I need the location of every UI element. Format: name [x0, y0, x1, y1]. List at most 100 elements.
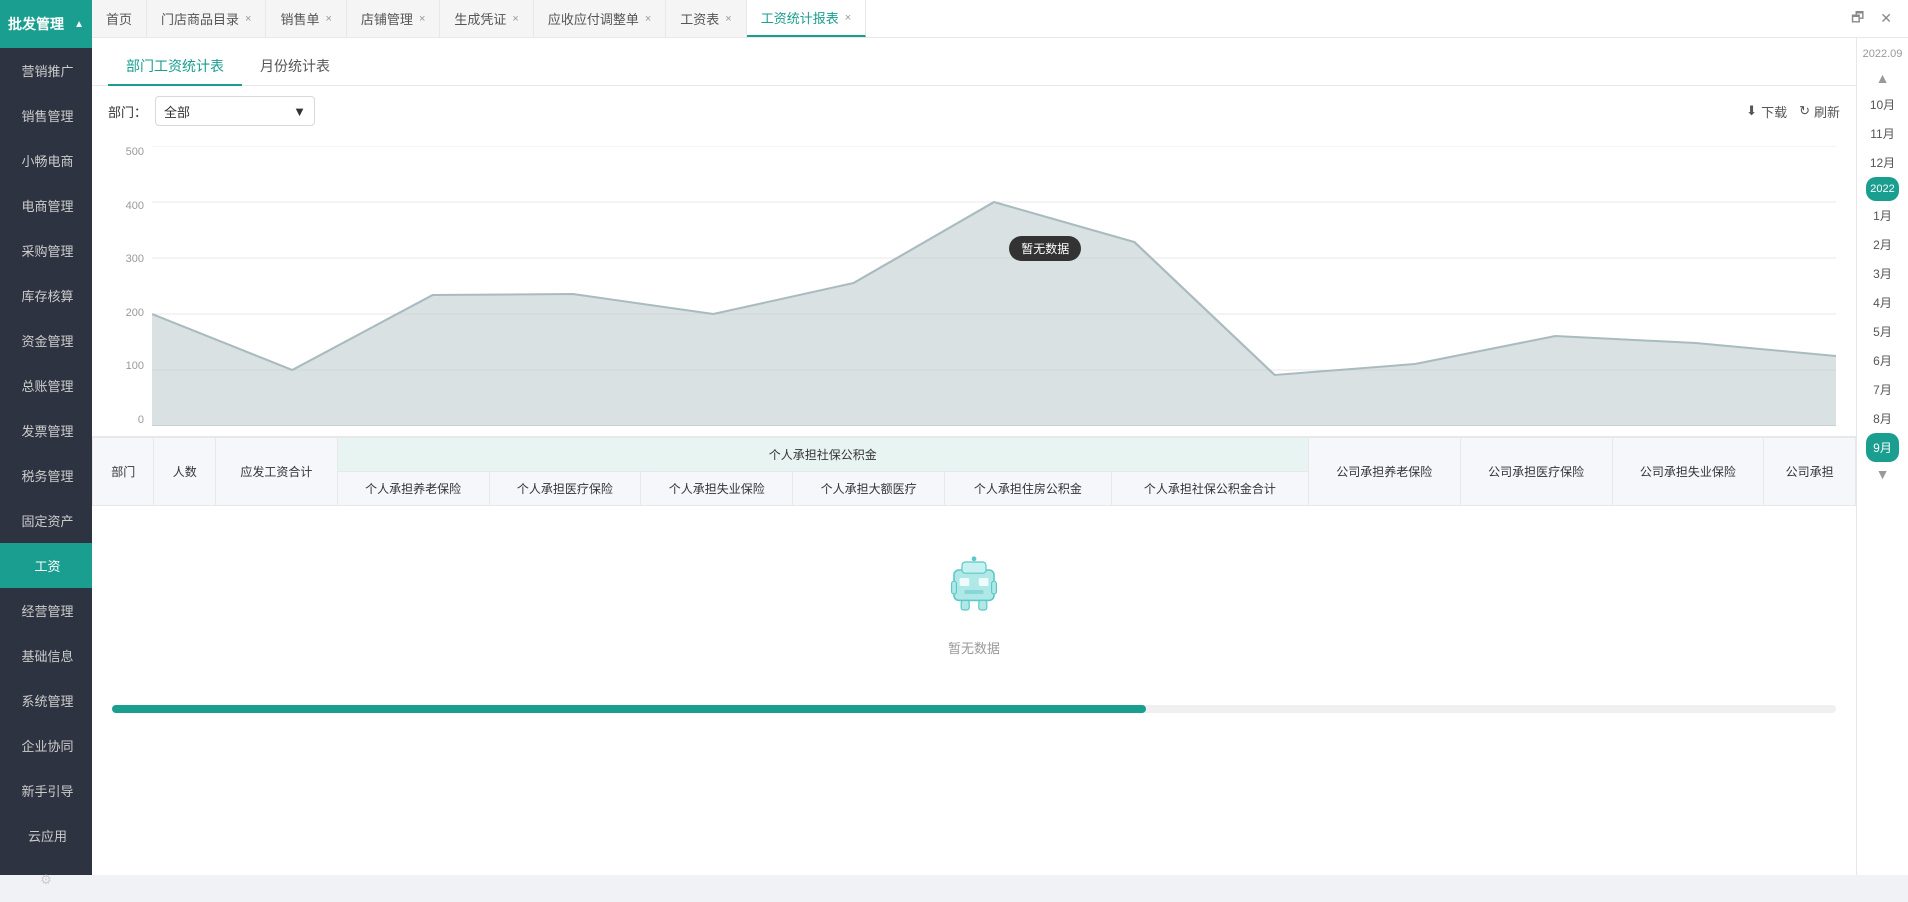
y-label-100: 100: [108, 360, 144, 372]
data-table: 部门 人数 应发工资合计 个人承担社保公积金 公司承担养老保险 公司承担医疗保险…: [92, 437, 1856, 697]
y-label-200: 200: [108, 307, 144, 319]
refresh-button[interactable]: ↻ 刷新: [1799, 102, 1840, 121]
th-p-unemp: 个人承担失业保险: [641, 472, 793, 506]
tab-bar-right: 🗗 ✕: [1847, 5, 1908, 33]
toolbar-right: ⬇ 下载 ↻ 刷新: [1746, 102, 1840, 121]
date-month-3月[interactable]: 3月: [1866, 259, 1899, 288]
toolbar: 部门： 全部 ▼ ⬇ 下载 ↻ 刷新: [92, 86, 1856, 136]
date-month-10月[interactable]: 10月: [1866, 90, 1899, 119]
sidebar-item-采购管理[interactable]: 采购管理: [0, 228, 92, 273]
tab-2[interactable]: 销售单×: [266, 0, 346, 37]
tab-3[interactable]: 店铺管理 ×: [347, 0, 440, 37]
tab-0[interactable]: 首页: [92, 0, 147, 37]
sidebar-item-电商管理[interactable]: 电商管理: [0, 183, 92, 228]
tab-label-1: 门店商品目录: [161, 9, 239, 28]
sidebar-item-营销推广[interactable]: 营销推广: [0, 48, 92, 93]
dept-select-value: 全部: [164, 102, 190, 121]
restore-button[interactable]: 🗗: [1847, 5, 1868, 33]
th-dept: 部门: [93, 438, 154, 506]
tab-bar: 首页门店商品目录×销售单×店铺管理×生成凭证×应收应付调整单×工资表×工资统计报…: [92, 0, 1908, 38]
date-month-8月[interactable]: 8月: [1866, 404, 1899, 433]
content-with-panel: 部门工资统计表 月份统计表 部门： 全部 ▼ ⬇ 下载: [92, 38, 1908, 875]
date-month-5月[interactable]: 5月: [1866, 317, 1899, 346]
sidebar-header[interactable]: 批发管理 ▲: [0, 0, 92, 48]
date-month-7月[interactable]: 7月: [1866, 375, 1899, 404]
tab-close-4[interactable]: ×: [512, 13, 518, 25]
download-label: 下载: [1761, 102, 1787, 121]
sidebar-item-系统管理[interactable]: 系统管理: [0, 678, 92, 723]
th-p-house: 个人承担住房公积金: [944, 472, 1111, 506]
sidebar-item-工资[interactable]: 工资: [0, 543, 92, 588]
sidebar-item-销售管理[interactable]: 销售管理: [0, 93, 92, 138]
empty-icon: [934, 546, 1014, 626]
table-wrapper[interactable]: 部门 人数 应发工资合计 个人承担社保公积金 公司承担养老保险 公司承担医疗保险…: [92, 436, 1856, 875]
date-month-9月[interactable]: 9月: [1866, 433, 1899, 462]
tab-label-7: 工资统计报表: [761, 8, 839, 27]
date-month-1月[interactable]: 1月: [1866, 201, 1899, 230]
th-count: 人数: [154, 438, 215, 506]
th-company-other: 公司承担: [1764, 438, 1856, 506]
close-button[interactable]: ✕: [1876, 8, 1896, 29]
sidebar-item-经营管理[interactable]: 经营管理: [0, 588, 92, 633]
tab-close-1[interactable]: ×: [245, 13, 251, 25]
date-month-6月[interactable]: 6月: [1866, 346, 1899, 375]
horizontal-scrollbar[interactable]: [92, 697, 1856, 721]
tab-close-5[interactable]: ×: [645, 13, 651, 25]
date-panel-year-display: 2022.09: [1861, 42, 1905, 66]
sidebar-item-资金管理[interactable]: 资金管理: [0, 318, 92, 363]
tab-monthly-stats[interactable]: 月份统计表: [242, 48, 348, 86]
date-nav-down[interactable]: ▼: [1872, 462, 1894, 486]
th-company-old: 公司承担养老保险: [1308, 438, 1460, 506]
date-nav-up[interactable]: ▲: [1872, 66, 1894, 90]
download-icon: ⬇: [1746, 103, 1757, 119]
tab-5[interactable]: 应收应付调整单 ×: [534, 0, 666, 37]
chart-tooltip: 暂无数据: [1009, 236, 1081, 261]
sidebar-item-总账管理[interactable]: 总账管理: [0, 363, 92, 408]
tab-close-2[interactable]: ×: [325, 13, 331, 25]
tab-6[interactable]: 工资表 ×: [666, 0, 746, 37]
date-month-12月[interactable]: 12月: [1866, 148, 1899, 177]
chart-area: 500 400 300 200 100 0: [92, 136, 1856, 436]
tab-dept-salary[interactable]: 部门工资统计表: [108, 48, 242, 86]
y-label-400: 400: [108, 200, 144, 212]
sidebar-item-库存核算[interactable]: 库存核算: [0, 273, 92, 318]
date-month-2月[interactable]: 2月: [1866, 230, 1899, 259]
dept-select[interactable]: 全部 ▼: [155, 96, 315, 126]
sidebar-item-云应用[interactable]: 云应用: [0, 813, 92, 858]
sidebar-item-税务管理[interactable]: 税务管理: [0, 453, 92, 498]
th-p-total: 个人承担社保公积金合计: [1111, 472, 1308, 506]
tab-4[interactable]: 生成凭证×: [440, 0, 533, 37]
tab-close-3[interactable]: ×: [419, 13, 425, 25]
tab-label-3: 店铺管理: [361, 9, 413, 28]
date-month-2022[interactable]: 2022: [1866, 177, 1899, 201]
dept-label: 部门：: [108, 102, 147, 121]
area-chart: [152, 146, 1836, 426]
sidebar-item-小畅电商[interactable]: 小畅电商: [0, 138, 92, 183]
tab-close-7[interactable]: ×: [845, 12, 851, 24]
content-main: 部门工资统计表 月份统计表 部门： 全部 ▼ ⬇ 下载: [92, 38, 1856, 875]
sidebar-item-基础信息[interactable]: 基础信息: [0, 633, 92, 678]
empty-state: 暂无数据: [93, 506, 1856, 697]
download-button[interactable]: ⬇ 下载: [1746, 102, 1787, 121]
refresh-icon: ↻: [1799, 103, 1810, 119]
th-p-old: 个人承担养老保险: [337, 472, 489, 506]
sidebar-item-企业协同[interactable]: 企业协同: [0, 723, 92, 768]
th-p-bigmed: 个人承担大额医疗: [793, 472, 945, 506]
tab-7[interactable]: 工资统计报表 ×: [747, 0, 866, 37]
sidebar-collapse-icon: ▲: [74, 19, 84, 30]
y-label-300: 300: [108, 253, 144, 265]
empty-text: 暂无数据: [948, 638, 1000, 657]
sidebar-item-固定资产[interactable]: 固定资产: [0, 498, 92, 543]
sidebar-settings[interactable]: ⚙: [0, 858, 92, 902]
tab-1[interactable]: 门店商品目录 ×: [147, 0, 266, 37]
th-total: 应发工资合计: [215, 438, 337, 506]
tab-label-0: 首页: [106, 9, 132, 28]
date-month-4月[interactable]: 4月: [1866, 288, 1899, 317]
date-month-11月[interactable]: 11月: [1866, 119, 1899, 148]
th-company-med: 公司承担医疗保险: [1460, 438, 1612, 506]
tab-close-6[interactable]: ×: [725, 13, 731, 25]
sidebar-item-新手引导[interactable]: 新手引导: [0, 768, 92, 813]
tab-label-6: 工资表: [680, 9, 719, 28]
sidebar-item-发票管理[interactable]: 发票管理: [0, 408, 92, 453]
tab-label-5: 应收应付调整单: [548, 9, 639, 28]
